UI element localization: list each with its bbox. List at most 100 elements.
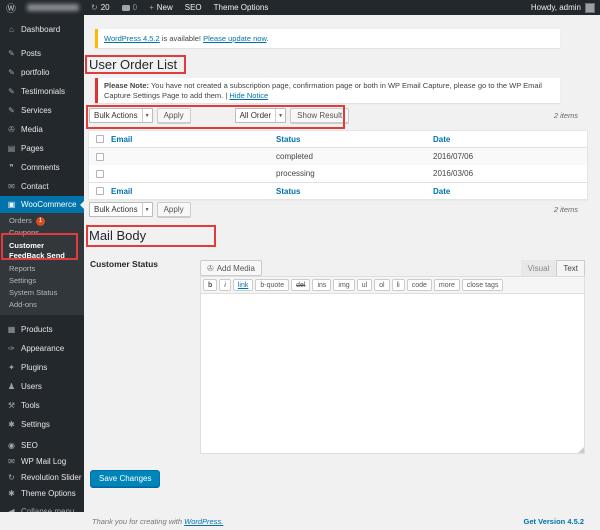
items-count: 2 items	[553, 111, 578, 120]
sidebar-item-plugins[interactable]: ✦ Plugins	[0, 358, 84, 377]
submenu-item-settings[interactable]: Settings	[0, 275, 84, 287]
add-media-button[interactable]: ✇ Add Media	[200, 260, 262, 276]
submenu-item-label: Coupons	[9, 228, 40, 237]
submenu-item-customer-feedback-send[interactable]: Customer FeedBack Send	[0, 239, 84, 263]
row-checkbox[interactable]	[96, 169, 104, 178]
settings-icon: ✱	[8, 420, 15, 429]
quicktags-toolbar: b i link b-quote del ins img ul ol li co…	[200, 276, 585, 293]
quicktag-li-button[interactable]: li	[391, 279, 405, 291]
chevron-down-icon: ▼	[141, 109, 152, 122]
sidebar-item-theme-options[interactable]: ✱ Theme Options	[0, 485, 84, 501]
sidebar-item-dashboard[interactable]: ⌂ Dashboard	[0, 20, 84, 39]
sidebar-item-tools[interactable]: ⚒ Tools	[0, 396, 84, 415]
quicktag-code-button[interactable]: code	[406, 279, 432, 291]
submenu-item-coupons[interactable]: Coupons	[0, 227, 84, 239]
order-filter-select[interactable]: All Order ▼	[234, 108, 287, 123]
quicktag-ol-button[interactable]: ol	[374, 279, 390, 291]
apply-button[interactable]: Apply	[156, 202, 191, 217]
sidebar-item-label: Services	[21, 106, 52, 115]
notice-body: You have not created a subscription page…	[104, 81, 542, 100]
submenu-item-orders[interactable]: Orders 1	[0, 215, 84, 227]
sidebar-item-comments[interactable]: ❞ Comments	[0, 158, 84, 177]
apply-button[interactable]: Apply	[156, 108, 191, 123]
comments-indicator[interactable]: 0	[116, 0, 143, 15]
media-icon: ✇	[207, 263, 214, 273]
sidebar-item-wp-mail-log[interactable]: ✉ WP Mail Log	[0, 453, 84, 469]
row-checkbox[interactable]	[96, 152, 104, 161]
sidebar-item-media[interactable]: ✇ Media	[0, 120, 84, 139]
column-header-status[interactable]: Status	[276, 187, 300, 196]
updates-indicator[interactable]: ↻ 20	[85, 0, 116, 15]
column-header-status[interactable]: Status	[276, 135, 300, 144]
bulk-actions-value: Bulk Actions	[94, 205, 138, 214]
select-all-checkbox[interactable]	[96, 187, 104, 195]
hide-notice-link[interactable]: Hide Notice	[229, 91, 268, 100]
comments-count: 0	[132, 3, 138, 12]
order-status: completed	[276, 152, 313, 161]
seo-label: SEO	[184, 3, 202, 12]
theme-options-menu[interactable]: Theme Options	[208, 0, 275, 15]
column-header-date[interactable]: Date	[433, 187, 450, 196]
quicktag-ul-button[interactable]: ul	[356, 279, 373, 291]
howdy-menu[interactable]: Howdy, admin	[531, 3, 581, 12]
sidebar-item-products[interactable]: ▦ Products	[0, 320, 84, 339]
sidebar-item-label: SEO	[21, 440, 38, 450]
sidebar-item-services[interactable]: ✎ Services	[0, 101, 84, 120]
sidebar-item-users[interactable]: ♟ Users	[0, 377, 84, 396]
users-icon: ♟	[7, 382, 16, 391]
column-header-email[interactable]: Email	[111, 135, 132, 144]
sidebar-item-label: Pages	[21, 144, 44, 153]
quicktag-bold-button[interactable]: b	[203, 279, 218, 291]
bulk-actions-select[interactable]: Bulk Actions ▼	[89, 108, 153, 123]
select-all-checkbox[interactable]	[96, 135, 104, 143]
mail-log-icon: ✉	[8, 456, 15, 466]
quicktag-img-button[interactable]: img	[333, 279, 355, 291]
tab-text[interactable]: Text	[556, 260, 585, 276]
sidebar-item-pages[interactable]: ▤ Pages	[0, 139, 84, 158]
pushpin-icon: ✎	[8, 87, 15, 96]
pushpin-icon: ✎	[8, 49, 15, 58]
sidebar-item-contact[interactable]: ✉ Contact	[0, 177, 84, 196]
site-name-link[interactable]	[21, 0, 85, 15]
get-version-link[interactable]: Get Version 4.5.2	[524, 517, 584, 526]
submenu-item-add-ons[interactable]: Add-ons	[0, 299, 84, 311]
sidebar-item-settings[interactable]: ✱ Settings	[0, 415, 84, 434]
resize-grip[interactable]	[578, 447, 584, 453]
wordpress-logo-icon[interactable]: Ⓦ	[0, 0, 21, 15]
sidebar-item-testimonials[interactable]: ✎ Testimonials	[0, 82, 84, 101]
submenu-item-reports[interactable]: Reports	[0, 263, 84, 275]
submenu-item-system-status[interactable]: System Status	[0, 287, 84, 299]
update-now-link[interactable]: Please update now	[203, 34, 266, 43]
admin-bar: Ⓦ ↻ 20 0 + New SEO Theme Options Howdy, …	[0, 0, 600, 15]
sidebar-item-revolution-slider[interactable]: ↻ Revolution Slider	[0, 469, 84, 485]
new-menu[interactable]: + New	[143, 0, 179, 15]
quicktag-del-button[interactable]: del	[291, 279, 311, 291]
save-changes-button[interactable]: Save Changes	[90, 470, 161, 487]
tab-visual[interactable]: Visual	[520, 260, 557, 276]
submenu-item-label: Customer FeedBack Send	[9, 241, 65, 260]
table-header-row: Email Status Date	[89, 131, 587, 148]
sidebar-item-seo[interactable]: ◉ SEO	[0, 437, 84, 453]
quicktag-ins-button[interactable]: ins	[312, 279, 332, 291]
quicktag-italic-button[interactable]: i	[219, 279, 231, 291]
seo-menu[interactable]: SEO	[179, 0, 208, 15]
collapse-menu-button[interactable]: ◀ Collapse menu	[0, 503, 84, 513]
sidebar-item-posts[interactable]: ✎ Posts	[0, 44, 84, 63]
bulk-actions-select[interactable]: Bulk Actions ▼	[89, 202, 153, 217]
show-result-button[interactable]: Show Result	[290, 108, 350, 123]
quicktag-blockquote-button[interactable]: b-quote	[255, 279, 290, 291]
column-header-date[interactable]: Date	[433, 135, 450, 144]
sidebar-item-portfolio[interactable]: ✎ portfolio	[0, 63, 84, 82]
column-header-email[interactable]: Email	[111, 187, 132, 196]
update-nag-notice: WordPress 4.5.2 is available! Please upd…	[95, 29, 560, 48]
sidebar-item-label: Appearance	[21, 344, 65, 353]
wordpress-footer-link[interactable]: WordPress.	[184, 517, 223, 526]
quicktag-link-button[interactable]: link	[232, 279, 254, 291]
quicktag-more-button[interactable]: more	[433, 279, 460, 291]
new-label: New	[156, 3, 173, 12]
wordpress-version-link[interactable]: WordPress 4.5.2	[104, 34, 160, 43]
sidebar-item-appearance[interactable]: ✑ Appearance	[0, 339, 84, 358]
quicktag-close-tags-button[interactable]: close tags	[461, 279, 504, 291]
sidebar-item-woocommerce[interactable]: ▣ WooCommerce	[0, 196, 84, 213]
mail-body-textarea[interactable]	[200, 293, 585, 454]
